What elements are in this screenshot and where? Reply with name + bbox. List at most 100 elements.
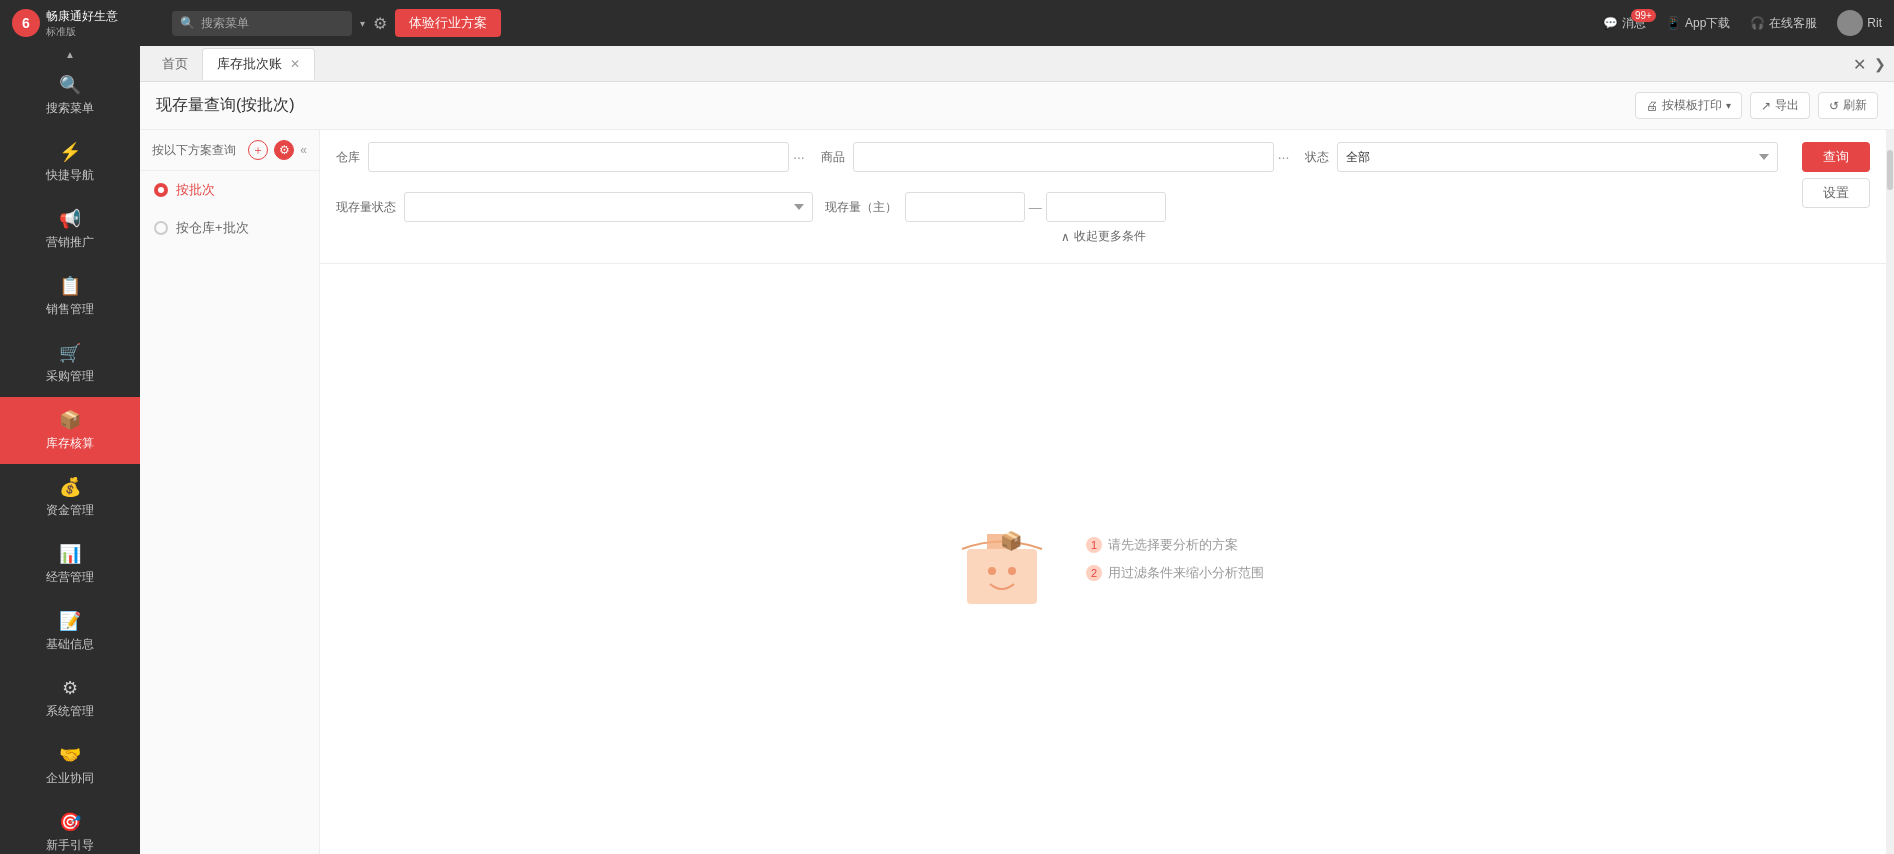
search-placeholder: 搜索菜单 <box>201 15 249 32</box>
warehouse-input[interactable] <box>368 142 789 172</box>
sidebar-item-shortcut[interactable]: ⚡ 快捷导航 <box>0 129 140 196</box>
sidebar-item-basic[interactable]: 📝 基础信息 <box>0 598 140 665</box>
sidebar-item-basic-label: 基础信息 <box>46 636 94 653</box>
tab-close-icon[interactable]: ✕ <box>290 57 300 71</box>
avatar <box>1837 10 1863 36</box>
filter-panel-header: 按以下方案查询 ＋ ⚙ « <box>140 130 319 171</box>
hint-num-2: 2 <box>1086 565 1102 581</box>
sidebar-item-finance-label: 资金管理 <box>46 502 94 519</box>
filter-item-warehouse-batch[interactable]: 按仓库+批次 <box>140 209 319 247</box>
topbar-settings-icon[interactable]: ⚙ <box>373 14 387 33</box>
status-label: 状态 <box>1305 149 1329 166</box>
filter-panel: 按以下方案查询 ＋ ⚙ « 按批次 按仓库+批次 <box>140 130 320 854</box>
system-icon: ⚙ <box>62 677 78 699</box>
sidebar-item-marketing-label: 营销推广 <box>46 234 94 251</box>
menu-search-bar[interactable]: 🔍 搜索菜单 <box>172 11 352 36</box>
filter-radio-warehouse-batch <box>154 221 168 235</box>
main-layout: ▲ 🔍 搜索菜单 ⚡ 快捷导航 📢 营销推广 📋 销售管理 🛒 采购管理 <box>0 46 1894 854</box>
app-download-item[interactable]: 📱 App下载 <box>1666 15 1730 32</box>
tab-inventory-batch[interactable]: 库存批次账 ✕ <box>202 48 315 80</box>
inventory-status-label: 现存量状态 <box>336 199 396 216</box>
svg-point-3 <box>1008 567 1016 575</box>
search-icon: 🔍 <box>180 16 195 30</box>
sidebar-item-sales[interactable]: 📋 销售管理 <box>0 263 140 330</box>
hint-num-1: 1 <box>1086 537 1102 553</box>
product-label: 商品 <box>821 149 845 166</box>
content-area: 首页 库存批次账 ✕ ✕ ❯ 现存量查询(按批次) 🖨 按模板打印 <box>140 46 1894 854</box>
sidebar-item-system[interactable]: ⚙ 系统管理 <box>0 665 140 732</box>
filter-panel-actions: ＋ ⚙ « <box>248 140 307 160</box>
tab-home-label: 首页 <box>162 55 188 73</box>
empty-hints: 1 请先选择要分析的方案 2 用过滤条件来缩小分析范围 <box>1086 536 1264 582</box>
sidebar-item-operation[interactable]: 📊 经营管理 <box>0 531 140 598</box>
page-content: 现存量查询(按批次) 🖨 按模板打印 ▾ ↗ 导出 ↺ 刷新 <box>140 82 1894 854</box>
sidebar-item-inventory[interactable]: 📦 库存核算 <box>0 397 140 464</box>
sidebar-item-sales-label: 销售管理 <box>46 301 94 318</box>
scrollbar-thumb <box>1887 150 1893 190</box>
topbar-dropdown-icon[interactable]: ▾ <box>360 18 365 29</box>
sidebar-item-enterprise[interactable]: 🤝 企业协同 <box>0 732 140 799</box>
sidebar-item-system-label: 系统管理 <box>46 703 94 720</box>
inventory-status-field: 现存量状态 <box>336 192 813 222</box>
sidebar-item-marketing[interactable]: 📢 营销推广 <box>0 196 140 263</box>
app-logo: 6 畅康通好生意 标准版 <box>12 8 152 39</box>
qty-dash: — <box>1029 200 1042 215</box>
print-dropdown-icon: ▾ <box>1726 100 1731 111</box>
inventory-qty-to[interactable] <box>1046 192 1166 222</box>
status-select[interactable]: 全部 启用 停用 <box>1337 142 1778 172</box>
page-body: 按以下方案查询 ＋ ⚙ « 按批次 按仓库+批次 <box>140 130 1894 854</box>
export-button[interactable]: ↗ 导出 <box>1750 92 1810 119</box>
inventory-qty-from[interactable] <box>905 192 1025 222</box>
sidebar-item-finance[interactable]: 💰 资金管理 <box>0 464 140 531</box>
sales-icon: 📋 <box>59 275 81 297</box>
headset-icon: 🎧 <box>1750 16 1765 30</box>
sidebar-item-purchase[interactable]: 🛒 采购管理 <box>0 330 140 397</box>
tab-bar: 首页 库存批次账 ✕ ✕ ❯ <box>140 46 1894 82</box>
query-button[interactable]: 查询 <box>1802 142 1870 172</box>
product-input[interactable] <box>853 142 1274 172</box>
warehouse-more-icon[interactable]: ··· <box>789 149 809 165</box>
settings-button[interactable]: 设置 <box>1802 178 1870 208</box>
filter-item-warehouse-batch-label: 按仓库+批次 <box>176 219 249 237</box>
query-row-2: 现存量状态 现存量（主） — <box>336 192 1778 222</box>
query-form: 仓库 ··· 商品 ··· <box>320 130 1886 264</box>
inventory-status-select[interactable] <box>404 192 813 222</box>
tab-home[interactable]: 首页 <box>148 49 202 79</box>
query-action-buttons: 查询 设置 <box>1802 142 1870 208</box>
product-more-icon[interactable]: ··· <box>1274 149 1294 165</box>
refresh-icon: ↺ <box>1829 99 1839 113</box>
tab-bar-close-all[interactable]: ✕ <box>1853 55 1866 74</box>
settings-filter-button[interactable]: ⚙ <box>274 140 294 160</box>
tab-bar-chevron[interactable]: ❯ <box>1874 56 1886 72</box>
hint-text-1: 请先选择要分析的方案 <box>1108 536 1238 554</box>
sidebar-item-operation-label: 经营管理 <box>46 569 94 586</box>
inventory-qty-field: 现存量（主） — <box>825 192 1778 222</box>
sidebar-scroll-up[interactable]: ▲ <box>0 46 140 62</box>
print-button[interactable]: 🖨 按模板打印 ▾ <box>1635 92 1742 119</box>
refresh-button[interactable]: ↺ 刷新 <box>1818 92 1878 119</box>
query-row-1: 仓库 ··· 商品 ··· <box>336 142 1778 172</box>
trial-button[interactable]: 体验行业方案 <box>395 9 501 37</box>
add-filter-button[interactable]: ＋ <box>248 140 268 160</box>
user-avatar-item[interactable]: Rit <box>1837 10 1882 36</box>
sidebar-item-search-label: 搜索菜单 <box>46 100 94 117</box>
collapse-more-conditions[interactable]: ∧ 收起更多条件 <box>336 222 1870 251</box>
collapse-filter-icon[interactable]: « <box>300 143 307 157</box>
product-field: 商品 ··· <box>821 142 1294 172</box>
guide-icon: 🎯 <box>59 811 81 833</box>
filter-item-batch[interactable]: 按批次 <box>140 171 319 209</box>
right-scrollbar[interactable] <box>1886 130 1894 854</box>
topbar-right: 💬 消息 99+ 📱 App下载 🎧 在线客服 Rit <box>1603 10 1882 36</box>
svg-text:📦: 📦 <box>1000 530 1023 552</box>
messages-item[interactable]: 💬 消息 99+ <box>1603 15 1646 32</box>
marketing-icon: 📢 <box>59 208 81 230</box>
finance-icon: 💰 <box>59 476 81 498</box>
empty-svg: 📦 <box>942 499 1062 619</box>
inventory-icon: 📦 <box>59 409 81 431</box>
online-service-item[interactable]: 🎧 在线客服 <box>1750 15 1817 32</box>
sidebar-item-guide[interactable]: 🎯 新手引导 <box>0 799 140 854</box>
app-download-label: App下载 <box>1685 15 1730 32</box>
page-title: 现存量查询(按批次) <box>156 95 295 116</box>
shortcut-icon: ⚡ <box>59 141 81 163</box>
sidebar-item-search[interactable]: 🔍 搜索菜单 <box>0 62 140 129</box>
